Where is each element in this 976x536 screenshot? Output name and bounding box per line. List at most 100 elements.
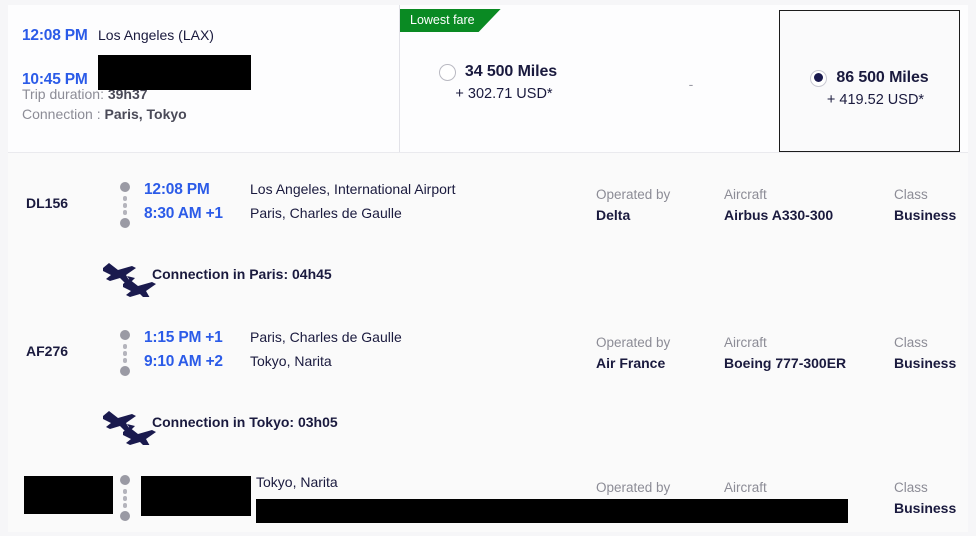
fare-cash-lowest: + 302.71 USD* <box>455 86 553 102</box>
segment-2-class-label: Class <box>894 335 928 350</box>
redacted-segment-3-flight-number <box>24 476 113 514</box>
fare-option-lowest[interactable]: Lowest fare 34 500 Miles + 302.71 USD* <box>399 5 597 152</box>
segment-2-class-col: Class Business <box>894 333 956 373</box>
segment-2-arrive-row: 9:10 AM +2 Tokyo, Narita <box>144 353 402 377</box>
itinerary-summary: 12:08 PM Los Angeles (LAX) 10:45 PM Trip… <box>22 27 392 124</box>
timeline-dot-mid-1 <box>122 344 128 349</box>
segment-2-arrive-time: 9:10 AM +2 <box>144 353 223 370</box>
timeline-dot-arrive <box>120 366 130 376</box>
segment-3-operated-col: Operated by <box>596 478 670 498</box>
segment-1-arrive-place: Paris, Charles de Gaulle <box>250 205 402 221</box>
segment-1-operated-value: Delta <box>596 207 631 223</box>
connection-planes-icon <box>96 403 158 448</box>
fare-option-unavailable: - <box>596 5 786 152</box>
timeline-dot-mid-2 <box>122 351 128 356</box>
trip-connection-label: Connection : <box>22 106 101 122</box>
redacted-arrival-place <box>98 55 251 90</box>
segment-1-operated-label: Operated by <box>596 187 671 202</box>
timeline-dot-mid-3 <box>122 210 128 215</box>
timeline-dot-mid-1 <box>122 196 128 201</box>
segment-2-depart-time: 1:15 PM +1 <box>144 329 223 346</box>
itinerary-depart-place: Los Angeles (LAX) <box>98 27 214 43</box>
lowest-fare-badge: Lowest fare <box>400 9 501 32</box>
fare-option-lowest-body: 34 500 Miles + 302.71 USD* <box>400 63 596 102</box>
segment-1-depart-row: 12:08 PM Los Angeles, International Airp… <box>144 181 455 205</box>
fare-miles-selected: 86 500 Miles <box>836 69 929 86</box>
segment-1-arrive-time: 8:30 AM +1 <box>144 205 223 222</box>
itinerary-meta: Trip duration: 39h37 Connection : Paris,… <box>22 84 392 124</box>
segment-2-depart-place: Paris, Charles de Gaulle <box>250 329 402 345</box>
fare-option-selected-main: 86 500 Miles <box>780 69 959 87</box>
segment-2-timeline <box>118 330 132 376</box>
timeline-dot-arrive <box>120 511 130 521</box>
segment-3-timeline <box>118 475 132 521</box>
segment-3-class-col: Class Business <box>894 478 956 518</box>
trip-duration-label: Trip duration: <box>22 86 104 102</box>
fare-radio-selected[interactable] <box>810 69 828 87</box>
segment-2-operated-col: Operated by Air France <box>596 333 670 373</box>
timeline-dot-depart <box>120 182 130 192</box>
fare-miles-lowest: 34 500 Miles <box>464 63 558 80</box>
timeline-dot-mid-1 <box>122 489 128 494</box>
segment-2-arrive-place: Tokyo, Narita <box>250 353 332 369</box>
fare-option-selected-body: 86 500 Miles + 419.52 USD* <box>780 69 959 108</box>
segment-1-arrive-row: 8:30 AM +1 Paris, Charles de Gaulle <box>144 205 455 229</box>
segment-1-class-label: Class <box>894 187 928 202</box>
fare-option-selected[interactable]: 86 500 Miles + 419.52 USD* <box>779 10 960 152</box>
segment-1-operated-col: Operated by Delta <box>596 185 670 225</box>
segment-3-rows: Tokyo, Narita <box>256 474 338 498</box>
segment-3-depart-place: Tokyo, Narita <box>256 474 338 490</box>
fare-unavailable-dash: - <box>688 76 694 92</box>
segment-1-rows: 12:08 PM Los Angeles, International Airp… <box>144 181 455 229</box>
connection-planes-icon <box>96 255 158 300</box>
segment-1-class-col: Class Business <box>894 185 956 225</box>
segment-1-aircraft-label: Aircraft <box>724 187 767 202</box>
segment-2-operated-label: Operated by <box>596 335 671 350</box>
segment-2-class-value: Business <box>894 355 957 371</box>
redacted-segment-3-arrival-row <box>256 499 848 523</box>
timeline-dot-mid-3 <box>122 503 128 508</box>
segment-2-flight-number: AF276 <box>26 343 69 359</box>
redacted-segment-3-depart-time <box>141 476 251 516</box>
itinerary-depart-row: 12:08 PM Los Angeles (LAX) <box>22 27 392 49</box>
timeline-dot-mid-2 <box>122 496 128 501</box>
segment-3-class-value: Business <box>894 500 957 516</box>
timeline-dot-mid-2 <box>122 203 128 208</box>
timeline-dot-depart <box>120 475 130 485</box>
segment-1-aircraft-col: Aircraft Airbus A330-300 <box>724 185 833 225</box>
itinerary-depart-time: 12:08 PM <box>22 27 88 44</box>
connection-1-text: Connection in Paris: 04h45 <box>152 266 332 282</box>
flight-segment-3: Tokyo, Narita Operated by Aircraft Class… <box>8 466 968 528</box>
fare-radio-lowest[interactable] <box>438 63 456 81</box>
trip-connection-row: Connection : Paris, Tokyo <box>22 104 392 124</box>
segment-1-class-value: Business <box>894 207 957 223</box>
fare-option-lowest-main: 34 500 Miles <box>400 63 596 81</box>
flight-segment-1: DL156 12:08 PM Los Angeles, Internationa… <box>8 173 968 235</box>
itinerary-arrive-row: 10:45 PM <box>22 49 392 90</box>
segment-3-operated-label: Operated by <box>596 480 671 495</box>
fare-cash-selected: + 419.52 USD* <box>826 92 925 108</box>
connection-2: Connection in Tokyo: 03h05 <box>8 401 968 451</box>
itinerary-header: 12:08 PM Los Angeles (LAX) 10:45 PM Trip… <box>8 5 968 152</box>
segment-1-depart-place: Los Angeles, International Airport <box>250 181 456 197</box>
segment-2-rows: 1:15 PM +1 Paris, Charles de Gaulle 9:10… <box>144 329 402 377</box>
segment-2-aircraft-label: Aircraft <box>724 335 767 350</box>
segment-1-timeline <box>118 182 132 228</box>
flight-details-panel: DL156 12:08 PM Los Angeles, Internationa… <box>8 152 968 532</box>
segment-3-aircraft-label: Aircraft <box>724 480 767 495</box>
flight-result-page: 12:08 PM Los Angeles (LAX) 10:45 PM Trip… <box>0 0 976 536</box>
segment-1-depart-time: 12:08 PM <box>144 181 210 198</box>
connection-1: Connection in Paris: 04h45 <box>8 253 968 303</box>
segment-2-aircraft-value: Boeing 777-300ER <box>724 355 847 371</box>
segment-2-depart-row: 1:15 PM +1 Paris, Charles de Gaulle <box>144 329 402 353</box>
flight-result-card: 12:08 PM Los Angeles (LAX) 10:45 PM Trip… <box>8 5 968 532</box>
segment-2-operated-value: Air France <box>596 355 666 371</box>
timeline-dot-depart <box>120 330 130 340</box>
timeline-dot-arrive <box>120 218 130 228</box>
timeline-dot-mid-3 <box>122 358 128 363</box>
segment-3-depart-row: Tokyo, Narita <box>256 474 338 498</box>
connection-2-text: Connection in Tokyo: 03h05 <box>152 414 338 430</box>
segment-1-flight-number: DL156 <box>26 195 69 211</box>
segment-3-class-label: Class <box>894 480 928 495</box>
segment-1-aircraft-value: Airbus A330-300 <box>724 207 834 223</box>
